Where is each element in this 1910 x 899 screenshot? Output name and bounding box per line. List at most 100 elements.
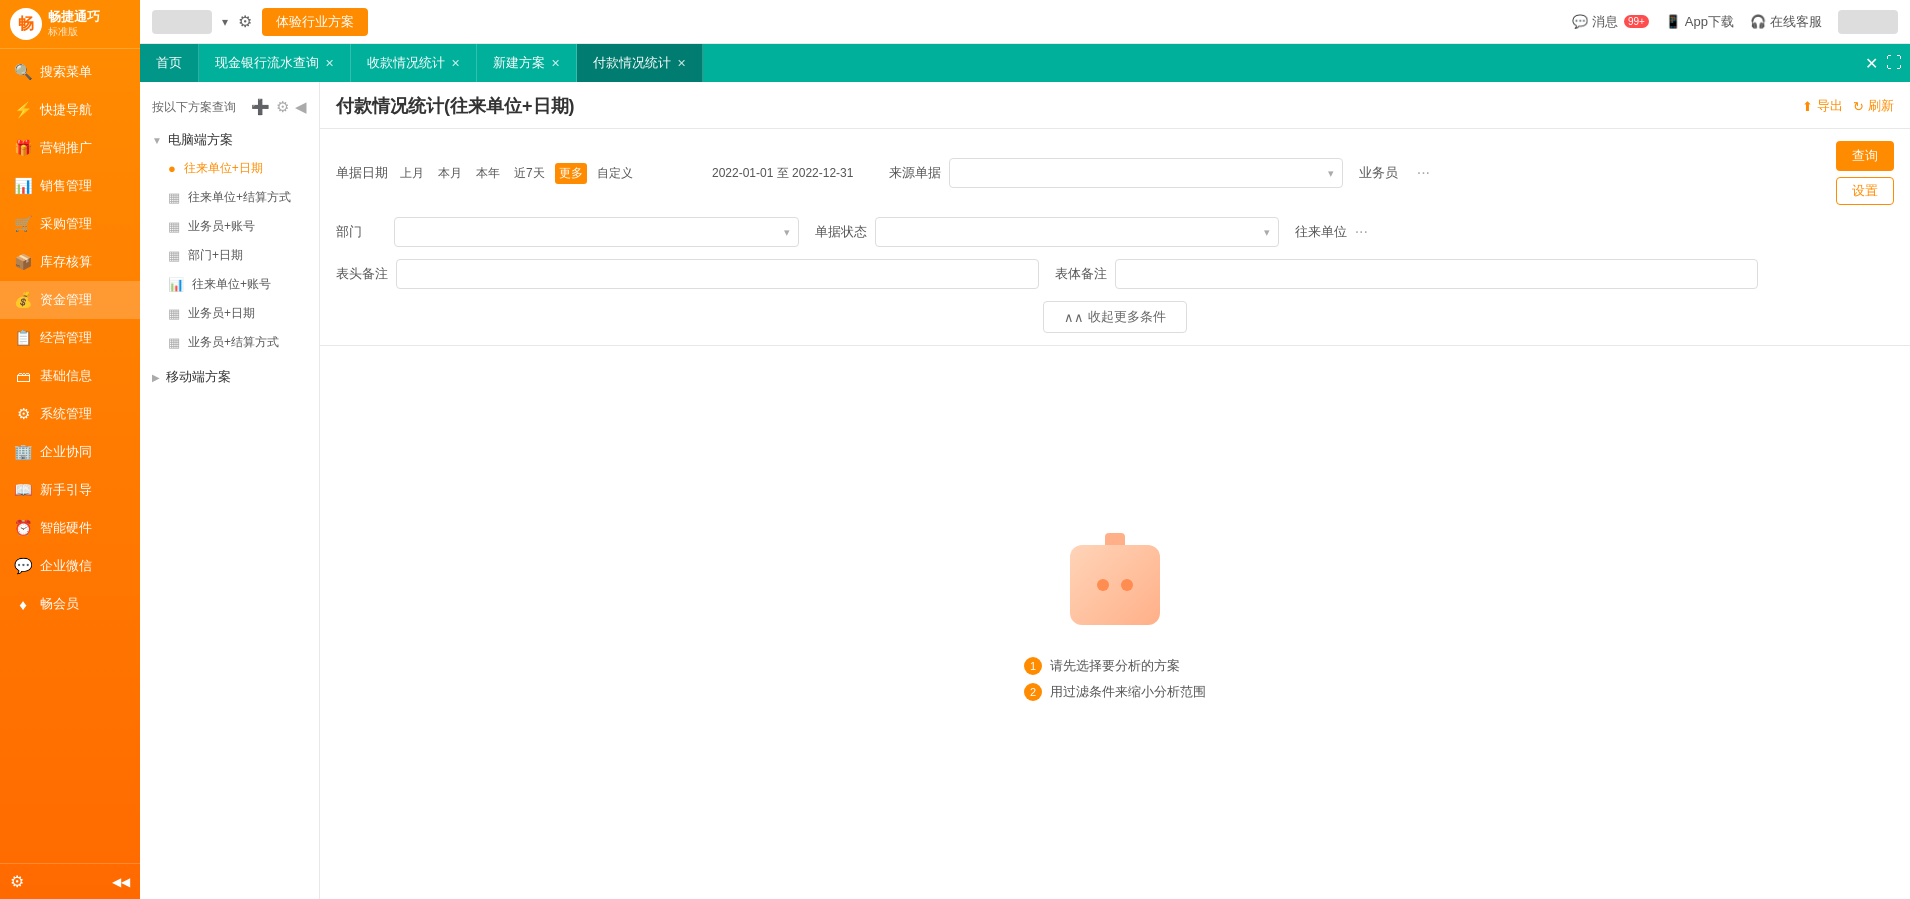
counterpart-dots[interactable]: ··· [1355,223,1368,241]
sidebar-item-member[interactable]: ♦ 畅会员 [0,585,140,623]
app-label: App下载 [1685,13,1734,31]
date-this-month[interactable]: 本月 [434,163,466,184]
topbar-dropdown-arrow[interactable]: ▾ [222,15,228,29]
guide-icon: 📖 [14,481,32,499]
collapse-icon: ∧∧ [1064,310,1084,325]
sidebar-item-sales[interactable]: 📊 销售管理 [0,167,140,205]
hardware-icon: ⏰ [14,519,32,537]
tab-new[interactable]: 新建方案 ✕ [477,44,577,82]
export-btn[interactable]: ⬆ 导出 [1802,97,1843,115]
sidebar-item-wechat[interactable]: 💬 企业微信 [0,547,140,585]
staff-select-dots[interactable]: ··· [1417,164,1430,182]
sidebar-item-fund[interactable]: 💰 资金管理 [0,281,140,319]
logo-sub: 标准版 [48,25,100,39]
filter-head-note-label: 表头备注 [336,265,388,283]
sidebar-item-guide[interactable]: 📖 新手引导 [0,471,140,509]
pc-scheme-group: ▼ 电脑端方案 ● 往来单位+日期 ▦ 往来单位+结算方式 ▦ 业务员+账号 [140,126,319,357]
mobile-group-label: 移动端方案 [166,368,231,386]
date-7days[interactable]: 近7天 [510,163,549,184]
sidebar-item-inventory[interactable]: 📦 库存核算 [0,243,140,281]
enterprise-icon: 🏢 [14,443,32,461]
tab-expand-icon[interactable]: ⛶ [1886,54,1902,72]
date-custom[interactable]: 自定义 [593,163,637,184]
main-area: ▾ ⚙ 体验行业方案 💬 消息 99+ 📱 App下载 🎧 在线客服 首页 [140,0,1910,899]
robot-eye-right [1121,579,1133,591]
settings-bottom-icon[interactable]: ⚙ [10,872,24,891]
scheme-icon-7: ▦ [168,335,180,350]
tab-payment-close[interactable]: ✕ [677,57,686,70]
scheme-item-staff-date[interactable]: ▦ 业务员+日期 [140,299,319,328]
sidebar-item-label: 企业协同 [40,443,92,461]
date-this-year[interactable]: 本年 [472,163,504,184]
tab-new-close[interactable]: ✕ [551,57,560,70]
panel-header: 按以下方案查询 ➕ ⚙ ◀ [140,92,319,126]
logo-text-block: 畅捷通巧 标准版 [48,9,100,39]
settings-scheme-icon[interactable]: ⚙ [276,98,289,116]
scheme-item-unit-settle[interactable]: ▦ 往来单位+结算方式 [140,183,319,212]
filter-row-1: 单据日期 上月 本月 本年 近7天 更多 自定义 2022-01-01 至 20… [336,141,1894,205]
refresh-btn[interactable]: ↻ 刷新 [1853,97,1894,115]
system-icon: ⚙ [14,405,32,423]
date-range-value: 2022-01-01 至 2022-12-31 [712,165,853,182]
tab-cash-close[interactable]: ✕ [325,57,334,70]
sidebar-item-operation[interactable]: 📋 经营管理 [0,319,140,357]
refresh-label: 刷新 [1868,97,1894,115]
filter-date: 单据日期 上月 本月 本年 近7天 更多 自定义 [336,163,756,184]
pc-group-arrow: ▼ [152,135,162,146]
sidebar-item-label: 快捷导航 [40,101,92,119]
scheme-item-staff-account[interactable]: ▦ 业务员+账号 [140,212,319,241]
refresh-icon: ↻ [1853,99,1864,114]
head-note-input[interactable] [396,259,1039,289]
body-note-input[interactable] [1115,259,1758,289]
filter-staff: 业务员 ··· [1359,164,1812,182]
sidebar-item-system[interactable]: ⚙ 系统管理 [0,395,140,433]
sidebar-item-basic[interactable]: 🗃 基础信息 [0,357,140,395]
scheme-item-dept-date[interactable]: ▦ 部门+日期 [140,241,319,270]
tab-payment[interactable]: 付款情况统计 ✕ [577,44,703,82]
date-last-month[interactable]: 上月 [396,163,428,184]
query-btn[interactable]: 查询 [1836,141,1894,171]
date-more[interactable]: 更多 [555,163,587,184]
add-scheme-icon[interactable]: ➕ [251,98,270,116]
trial-btn[interactable]: 体验行业方案 [262,8,368,36]
filter-actions: 查询 设置 [1836,141,1894,205]
tab-cash[interactable]: 现金银行流水查询 ✕ [199,44,351,82]
scheme-item-unit-account[interactable]: 📊 往来单位+账号 [140,270,319,299]
scheme-item-unit-date[interactable]: ● 往来单位+日期 [140,154,319,183]
mobile-scheme-group: ▶ 移动端方案 [140,363,319,391]
messages-action[interactable]: 💬 消息 99+ [1572,13,1649,31]
mobile-group-header[interactable]: ▶ 移动端方案 [140,363,319,391]
scheme-item-staff-settle[interactable]: ▦ 业务员+结算方式 [140,328,319,357]
tab-close-all-icon[interactable]: ✕ [1865,54,1878,73]
source-select[interactable]: ▾ [949,158,1342,188]
pc-group-header[interactable]: ▼ 电脑端方案 [140,126,319,154]
tab-home[interactable]: 首页 [140,44,199,82]
collapse-sidebar-icon[interactable]: ◀◀ [112,875,130,889]
voucher-status-select[interactable]: ▾ [875,217,1278,247]
topbar-actions: 💬 消息 99+ 📱 App下载 🎧 在线客服 [1572,10,1898,34]
sidebar-item-hardware[interactable]: ⏰ 智能硬件 [0,509,140,547]
dept-select[interactable]: ▾ [394,217,799,247]
topbar-gear-icon[interactable]: ⚙ [238,12,252,31]
tab-receive[interactable]: 收款情况统计 ✕ [351,44,477,82]
collapse-btn[interactable]: ∧∧ 收起更多条件 [1043,301,1187,333]
settings-btn[interactable]: 设置 [1836,177,1894,205]
sidebar-item-marketing[interactable]: 🎁 营销推广 [0,129,140,167]
sidebar-item-purchase[interactable]: 🛒 采购管理 [0,205,140,243]
export-label: 导出 [1817,97,1843,115]
tab-cash-label: 现金银行流水查询 [215,54,319,72]
inventory-icon: 📦 [14,253,32,271]
sidebar-item-search[interactable]: 🔍 搜索菜单 [0,53,140,91]
filter-source-label: 来源单据 [889,164,941,182]
app-download-action[interactable]: 📱 App下载 [1665,13,1734,31]
service-action[interactable]: 🎧 在线客服 [1750,13,1822,31]
sidebar-item-enterprise[interactable]: 🏢 企业协同 [0,433,140,471]
sidebar-item-quick[interactable]: ⚡ 快捷导航 [0,91,140,129]
sidebar-item-label: 智能硬件 [40,519,92,537]
service-icon: 🎧 [1750,14,1766,29]
sidebar-item-label: 新手引导 [40,481,92,499]
quick-icon: ⚡ [14,101,32,119]
tab-receive-close[interactable]: ✕ [451,57,460,70]
collapse-panel-icon[interactable]: ◀ [295,98,307,116]
purchase-icon: 🛒 [14,215,32,233]
